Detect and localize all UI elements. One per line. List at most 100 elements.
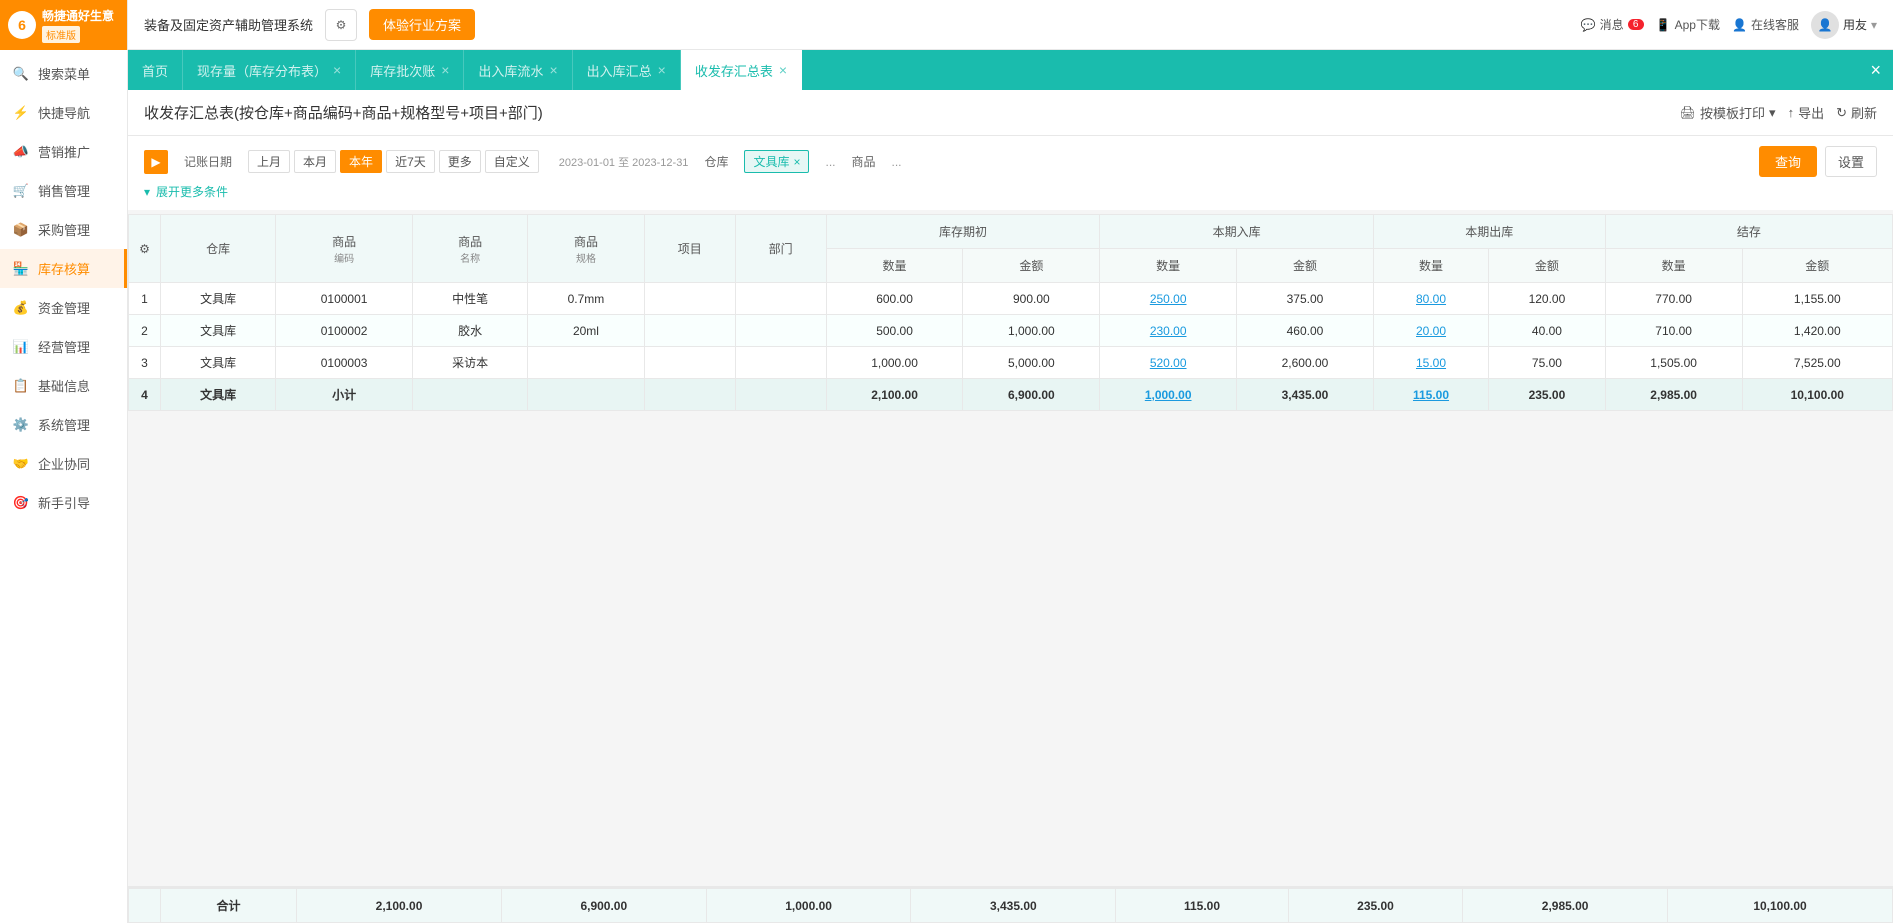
total-label: 合计 bbox=[161, 889, 297, 923]
row-bal-qty: 770.00 bbox=[1605, 283, 1742, 315]
export-btn[interactable]: ↑ 导出 bbox=[1788, 103, 1825, 122]
total-out-qty: 115.00 bbox=[1116, 889, 1289, 923]
date-btn-this-year[interactable]: 本年 bbox=[340, 150, 382, 173]
warehouse-remove-btn[interactable]: × bbox=[793, 155, 800, 169]
date-btn-7days[interactable]: 近7天 bbox=[386, 150, 435, 173]
warehouse-label: 仓库 bbox=[704, 153, 728, 170]
th-open-amt: 金额 bbox=[963, 249, 1100, 283]
row-out-amt: 40.00 bbox=[1489, 315, 1606, 347]
sidebar: 6 畅捷通好生意 标准版 🔍 搜索菜单 ⚡ 快捷导航 📣 营销推广 🛒 销售管理… bbox=[0, 0, 128, 923]
row-project bbox=[644, 347, 735, 379]
row-bal-amt: 1,420.00 bbox=[1742, 315, 1892, 347]
tab-recv-send[interactable]: 收发存汇总表 × bbox=[681, 50, 802, 90]
row-in-qty[interactable]: 520.00 bbox=[1100, 347, 1237, 379]
th-in-qty: 数量 bbox=[1100, 249, 1237, 283]
sidebar-item-inventory[interactable]: 🏪 库存核算 bbox=[0, 249, 127, 288]
message-label: 消息 bbox=[1600, 16, 1624, 33]
tab-inout-flow-close[interactable]: × bbox=[549, 62, 557, 78]
row-open-amt: 900.00 bbox=[963, 283, 1100, 315]
row-out-amt: 120.00 bbox=[1489, 283, 1606, 315]
date-btn-last-month[interactable]: 上月 bbox=[248, 150, 290, 173]
row-out-qty[interactable]: 80.00 bbox=[1373, 283, 1488, 315]
row-dept bbox=[735, 283, 826, 315]
tab-home[interactable]: 首页 bbox=[128, 50, 183, 90]
tab-inout-summary-close[interactable]: × bbox=[658, 62, 666, 78]
tab-inout-flow[interactable]: 出入库流水 × bbox=[464, 50, 572, 90]
subtotal-in-amt: 3,435.00 bbox=[1237, 379, 1374, 411]
filter-settings-button[interactable]: 设置 bbox=[1825, 146, 1877, 177]
th-goods-spec: 商品规格 bbox=[528, 215, 645, 283]
tab-inout-summary-label: 出入库汇总 bbox=[587, 61, 652, 80]
sidebar-item-collab[interactable]: 🤝 企业协同 bbox=[0, 444, 127, 483]
experience-button[interactable]: 体验行业方案 bbox=[369, 9, 475, 40]
total-table: 合计 2,100.00 6,900.00 1,000.00 3,435.00 1… bbox=[128, 888, 1893, 923]
row-in-qty[interactable]: 230.00 bbox=[1100, 315, 1237, 347]
row-out-qty[interactable]: 20.00 bbox=[1373, 315, 1488, 347]
date-btn-this-month[interactable]: 本月 bbox=[294, 150, 336, 173]
user-area[interactable]: 👤 用友 ▾ bbox=[1811, 11, 1877, 39]
subtotal-in-qty[interactable]: 1,000.00 bbox=[1100, 379, 1237, 411]
tab-inventory-dist[interactable]: 现存量（库存分布表） × bbox=[183, 50, 356, 90]
sidebar-item-search[interactable]: 🔍 搜索菜单 bbox=[0, 54, 127, 93]
date-btn-custom[interactable]: 自定义 bbox=[485, 150, 539, 173]
system-icon: ⚙️ bbox=[12, 416, 30, 434]
tab-batch[interactable]: 库存批次账 × bbox=[356, 50, 464, 90]
row-in-amt: 375.00 bbox=[1237, 283, 1374, 315]
date-label: 记账日期 bbox=[184, 153, 232, 170]
sidebar-item-marketing[interactable]: 📣 营销推广 bbox=[0, 132, 127, 171]
row-out-qty[interactable]: 15.00 bbox=[1373, 347, 1488, 379]
warehouse-ellipsis[interactable]: ... bbox=[825, 155, 835, 169]
top-header: 装备及固定资产辅助管理系统 ⚙ 体验行业方案 💬 消息 6 📱 App下载 👤 … bbox=[128, 0, 1893, 50]
row-in-qty[interactable]: 250.00 bbox=[1100, 283, 1237, 315]
settings-icon-btn[interactable]: ⚙ bbox=[325, 9, 357, 41]
th-in-amt: 金额 bbox=[1237, 249, 1374, 283]
total-in-amt: 3,435.00 bbox=[911, 889, 1116, 923]
goods-ellipsis[interactable]: ... bbox=[892, 155, 902, 169]
sidebar-item-quick-nav[interactable]: ⚡ 快捷导航 bbox=[0, 93, 127, 132]
tab-batch-close[interactable]: × bbox=[441, 62, 449, 78]
online-service-btn[interactable]: 👤 在线客服 bbox=[1732, 16, 1799, 33]
sidebar-item-label: 销售管理 bbox=[38, 181, 90, 200]
sidebar-item-operation[interactable]: 📊 经营管理 bbox=[0, 327, 127, 366]
service-label: 在线客服 bbox=[1751, 16, 1799, 33]
content-area: 收发存汇总表(按仓库+商品编码+商品+规格型号+项目+部门) 🖨 按模板打印 ▾… bbox=[128, 90, 1893, 886]
app-download-btn[interactable]: 📱 App下载 bbox=[1656, 16, 1720, 33]
expand-chevron-icon: ▾ bbox=[144, 185, 150, 199]
sidebar-item-label: 基础信息 bbox=[38, 376, 90, 395]
tab-bar: 首页 现存量（库存分布表） × 库存批次账 × 出入库流水 × 出入库汇总 × … bbox=[128, 50, 1893, 90]
expand-more-btn[interactable]: ▾ 展开更多条件 bbox=[144, 183, 1877, 200]
row-bal-qty: 1,505.00 bbox=[1605, 347, 1742, 379]
subtotal-out-qty[interactable]: 115.00 bbox=[1373, 379, 1488, 411]
total-out-amt: 235.00 bbox=[1288, 889, 1462, 923]
row-project bbox=[644, 315, 735, 347]
row-in-amt: 2,600.00 bbox=[1237, 347, 1374, 379]
expand-arrow-btn[interactable]: ▶ bbox=[144, 150, 168, 174]
th-goods-code: 商品编码 bbox=[276, 215, 413, 283]
sidebar-item-system[interactable]: ⚙️ 系统管理 bbox=[0, 405, 127, 444]
sidebar-item-purchase[interactable]: 📦 采购管理 bbox=[0, 210, 127, 249]
row-goods-code: 0100001 bbox=[276, 283, 413, 315]
guide-icon: 🎯 bbox=[12, 494, 30, 512]
row-bal-amt: 7,525.00 bbox=[1742, 347, 1892, 379]
sidebar-item-sales[interactable]: 🛒 销售管理 bbox=[0, 171, 127, 210]
title-actions: 🖨 按模板打印 ▾ ↑ 导出 ↻ 刷新 bbox=[1680, 103, 1878, 122]
th-settings[interactable]: ⚙ bbox=[129, 215, 161, 283]
tab-inventory-dist-close[interactable]: × bbox=[333, 62, 341, 78]
sidebar-item-finance[interactable]: 💰 资金管理 bbox=[0, 288, 127, 327]
total-open-qty: 2,100.00 bbox=[297, 889, 502, 923]
sidebar-item-basic[interactable]: 📋 基础信息 bbox=[0, 366, 127, 405]
tab-recv-send-close[interactable]: × bbox=[779, 62, 787, 78]
tab-inout-summary[interactable]: 出入库汇总 × bbox=[573, 50, 681, 90]
message-btn[interactable]: 💬 消息 6 bbox=[1581, 16, 1644, 33]
sidebar-item-guide[interactable]: 🎯 新手引导 bbox=[0, 483, 127, 522]
print-btn[interactable]: 🖨 按模板打印 ▾ bbox=[1680, 103, 1776, 122]
column-settings-icon[interactable]: ⚙ bbox=[139, 242, 150, 256]
th-opening: 库存期初 bbox=[826, 215, 1100, 249]
th-out-qty: 数量 bbox=[1373, 249, 1488, 283]
tab-close-all-btn[interactable]: × bbox=[1858, 60, 1893, 81]
date-btn-more[interactable]: 更多 bbox=[439, 150, 481, 173]
refresh-btn[interactable]: ↻ 刷新 bbox=[1836, 103, 1877, 122]
row-warehouse: 文具库 bbox=[161, 347, 276, 379]
data-table: ⚙ 仓库 商品编码 商品名称 商品规格 项目 部门 库存期初 本期入库 本期出库… bbox=[128, 214, 1893, 411]
query-button[interactable]: 查询 bbox=[1759, 146, 1817, 177]
